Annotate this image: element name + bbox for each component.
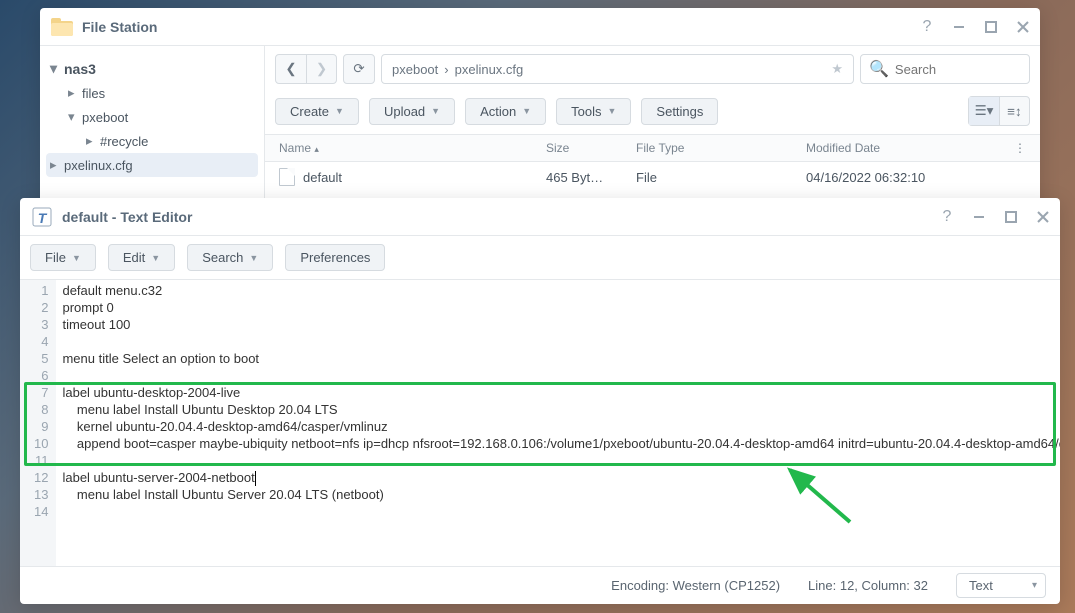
syntax-combo[interactable]: Text [956, 573, 1046, 598]
row-mod: 04/16/2022 06:32:10 [806, 170, 1006, 185]
create-button[interactable]: Create▼ [275, 98, 359, 125]
file-icon [279, 168, 295, 186]
folder-icon [50, 15, 74, 39]
list-view-button[interactable]: ☰▾ [969, 97, 999, 125]
tree-item-files[interactable]: ▸files [40, 81, 264, 105]
maximize-icon[interactable] [984, 20, 998, 34]
file-station-title: File Station [82, 19, 920, 35]
status-position: Line: 12, Column: 32 [808, 578, 928, 593]
status-bar: Encoding: Western (CP1252) Line: 12, Col… [20, 566, 1060, 604]
search-box[interactable]: 🔍 [860, 54, 1030, 84]
tree-root[interactable]: ▾nas3 [40, 56, 264, 81]
maximize-icon[interactable] [1004, 210, 1018, 224]
file-menu[interactable]: File▼ [30, 244, 96, 271]
table-header: Name ▴ Size File Type Modified Date ⋮ [265, 134, 1040, 162]
action-button[interactable]: Action▼ [465, 98, 546, 125]
col-mod[interactable]: Modified Date [806, 141, 1006, 155]
file-station-titlebar[interactable]: File Station ? [40, 8, 1040, 46]
edit-menu[interactable]: Edit▼ [108, 244, 175, 271]
search-icon: 🔍 [869, 59, 889, 79]
settings-button[interactable]: Settings [641, 98, 718, 125]
text-editor-window: T default - Text Editor ? File▼ Edit▼ Se… [20, 198, 1060, 604]
editor-area[interactable]: 1 2 3 4 5 6 7 8 9 10 11 12 13 14 default… [20, 279, 1060, 566]
row-name: default [303, 170, 342, 185]
preferences-button[interactable]: Preferences [285, 244, 385, 271]
col-type[interactable]: File Type [636, 141, 806, 155]
tree-item-recycle[interactable]: ▸#recycle [40, 129, 264, 153]
back-button[interactable]: ❮ [276, 55, 306, 83]
search-input[interactable] [895, 62, 1021, 77]
search-menu[interactable]: Search▼ [187, 244, 273, 271]
close-icon[interactable] [1036, 210, 1050, 224]
code-content[interactable]: default menu.c32prompt 0timeout 100 menu… [56, 280, 1060, 566]
view-toggle: ☰▾ ≡↕ [968, 96, 1030, 126]
text-editor-title: default - Text Editor [62, 209, 940, 225]
row-size: 465 Byt… [546, 170, 636, 185]
reload-group: ⟳ [343, 54, 375, 84]
crumb-sep: › [444, 62, 448, 77]
svg-text:T: T [38, 210, 48, 226]
help-icon[interactable]: ? [940, 210, 954, 224]
action-toolbar: Create▼ Upload▼ Action▼ Tools▼ Settings … [265, 92, 1040, 134]
upload-button[interactable]: Upload▼ [369, 98, 455, 125]
nav-toolbar: ❮ ❯ ⟳ pxeboot › pxelinux.cfg ★ 🔍 [265, 46, 1040, 92]
col-name[interactable]: Name ▴ [279, 141, 546, 155]
help-icon[interactable]: ? [920, 20, 934, 34]
col-more-icon[interactable]: ⋮ [1006, 141, 1026, 155]
tools-button[interactable]: Tools▼ [556, 98, 631, 125]
reload-button[interactable]: ⟳ [344, 55, 374, 83]
tree-item-pxeboot[interactable]: ▾pxeboot [40, 105, 264, 129]
line-gutter: 1 2 3 4 5 6 7 8 9 10 11 12 13 14 [20, 280, 56, 566]
minimize-icon[interactable] [952, 20, 966, 34]
tree-item-pxelinuxcfg[interactable]: ▸pxelinux.cfg [46, 153, 258, 177]
minimize-icon[interactable] [972, 210, 986, 224]
crumb-0[interactable]: pxeboot [392, 62, 438, 77]
status-encoding: Encoding: Western (CP1252) [611, 578, 780, 593]
col-size[interactable]: Size [546, 141, 636, 155]
table-row[interactable]: default 465 Byt… File 04/16/2022 06:32:1… [265, 162, 1040, 192]
text-editor-titlebar[interactable]: T default - Text Editor ? [20, 198, 1060, 236]
star-icon[interactable]: ★ [831, 61, 843, 77]
text-editor-icon: T [30, 205, 54, 229]
breadcrumb[interactable]: pxeboot › pxelinux.cfg ★ [381, 54, 854, 84]
editor-toolbar: File▼ Edit▼ Search▼ Preferences [20, 236, 1060, 279]
sort-button[interactable]: ≡↕ [999, 97, 1029, 125]
nav-back-forward: ❮ ❯ [275, 54, 337, 84]
close-icon[interactable] [1016, 20, 1030, 34]
row-type: File [636, 170, 806, 185]
forward-button[interactable]: ❯ [306, 55, 336, 83]
crumb-1[interactable]: pxelinux.cfg [455, 62, 524, 77]
